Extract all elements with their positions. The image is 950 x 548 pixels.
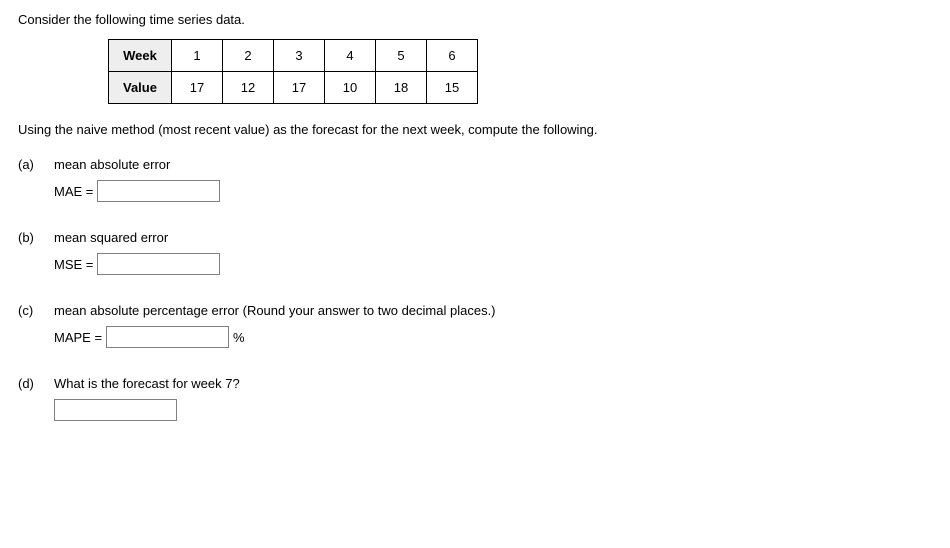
- value-header: Value: [109, 72, 172, 104]
- part-a: (a) mean absolute error MAE =: [18, 157, 932, 202]
- table-row: Value 17 12 17 10 18 15: [109, 72, 478, 104]
- part-d-text: What is the forecast for week 7?: [54, 376, 932, 391]
- part-c-text: mean absolute percentage error (Round yo…: [54, 303, 932, 318]
- mape-suffix: %: [233, 330, 245, 345]
- part-d-label: (d): [18, 376, 54, 391]
- forecast-input[interactable]: [54, 399, 177, 421]
- value-cell: 12: [222, 72, 273, 104]
- mape-input[interactable]: [106, 326, 229, 348]
- mse-prefix: MSE =: [54, 257, 93, 272]
- value-cell: 17: [273, 72, 324, 104]
- part-a-text: mean absolute error: [54, 157, 932, 172]
- prompt-text: Using the naive method (most recent valu…: [18, 122, 932, 137]
- intro-text: Consider the following time series data.: [18, 12, 932, 27]
- week-cell: 6: [426, 40, 477, 72]
- part-b-label: (b): [18, 230, 54, 245]
- week-cell: 1: [171, 40, 222, 72]
- part-c: (c) mean absolute percentage error (Roun…: [18, 303, 932, 348]
- week-header: Week: [109, 40, 172, 72]
- part-d: (d) What is the forecast for week 7?: [18, 376, 932, 421]
- week-cell: 3: [273, 40, 324, 72]
- part-c-label: (c): [18, 303, 54, 318]
- table-row: Week 1 2 3 4 5 6: [109, 40, 478, 72]
- week-cell: 4: [324, 40, 375, 72]
- value-cell: 15: [426, 72, 477, 104]
- part-b: (b) mean squared error MSE =: [18, 230, 932, 275]
- week-cell: 5: [375, 40, 426, 72]
- mse-input[interactable]: [97, 253, 220, 275]
- time-series-table: Week 1 2 3 4 5 6 Value 17 12 17 10 18 15: [108, 39, 478, 104]
- value-cell: 10: [324, 72, 375, 104]
- part-b-text: mean squared error: [54, 230, 932, 245]
- value-cell: 18: [375, 72, 426, 104]
- mae-input[interactable]: [97, 180, 220, 202]
- week-cell: 2: [222, 40, 273, 72]
- part-a-label: (a): [18, 157, 54, 172]
- mape-prefix: MAPE =: [54, 330, 102, 345]
- mae-prefix: MAE =: [54, 184, 93, 199]
- value-cell: 17: [171, 72, 222, 104]
